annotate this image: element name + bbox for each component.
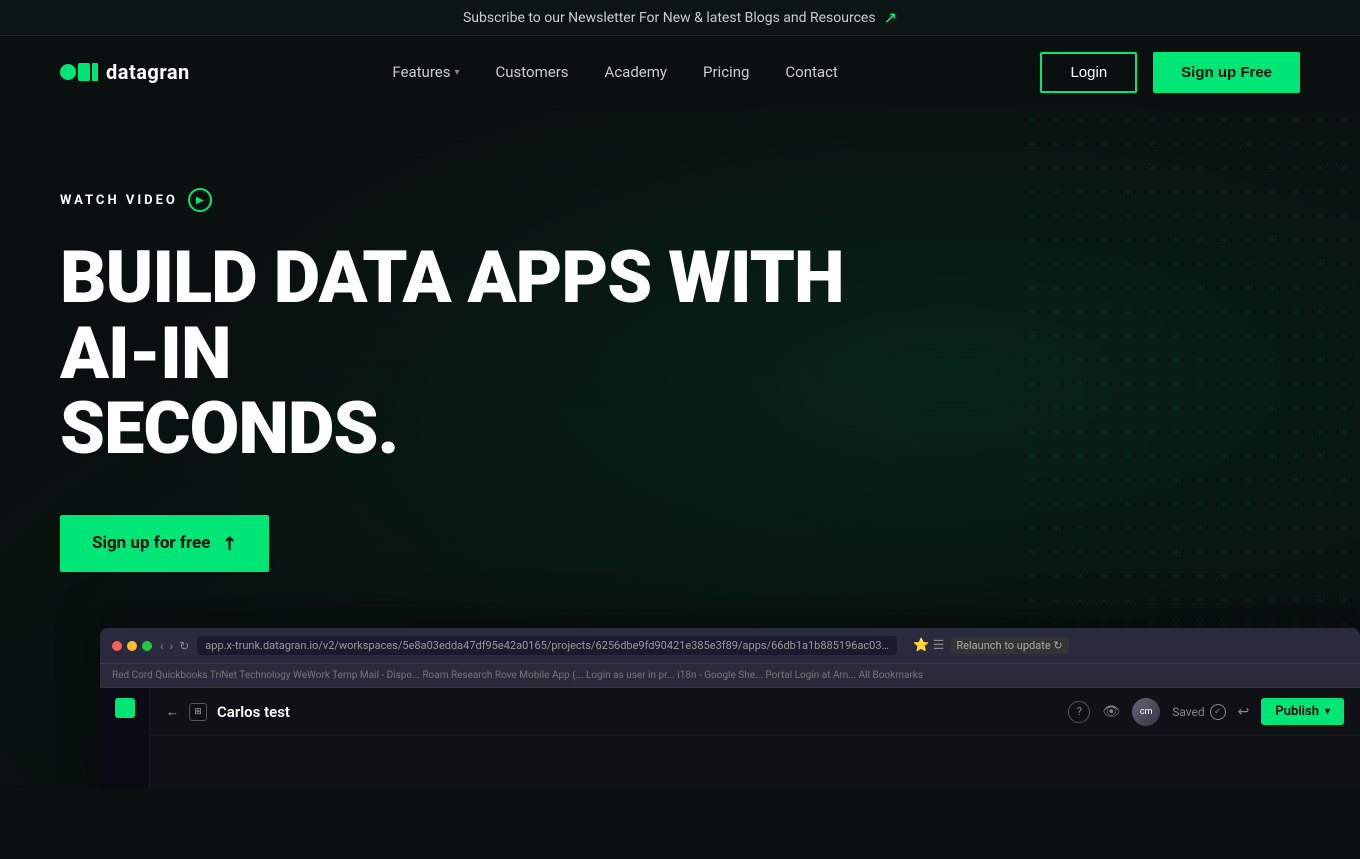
hero-section: WATCH VIDEO ▶ BUILD DATA APPS WITH AI-IN… <box>0 108 1360 788</box>
sidebar-logo <box>115 698 135 718</box>
bookmarks-bar: Red Cord Quickbooks TriNet Technology We… <box>100 664 1360 688</box>
browser-chrome: ‹ › ↻ app.x-trunk.datagran.io/v2/workspa… <box>100 628 1360 664</box>
app-toolbar: ← ⊞ Carlos test ? 👁 cm Saved ✓ ↩ <box>150 688 1360 736</box>
eye-icon[interactable]: 👁 <box>1102 704 1120 720</box>
publish-label: Publish <box>1275 704 1319 719</box>
cta-arrow-icon: ↗ <box>217 531 243 557</box>
saved-checkmark-icon: ✓ <box>1210 704 1226 720</box>
nav-academy[interactable]: Academy <box>605 63 667 81</box>
logo-icon <box>60 61 98 83</box>
app-sidebar <box>100 688 150 788</box>
close-window-icon <box>112 641 122 651</box>
forward-icon[interactable]: › <box>170 639 174 653</box>
toolbar-left: ← ⊞ Carlos test <box>166 703 290 721</box>
nav-features[interactable]: Features ▾ <box>392 63 459 81</box>
nav-actions: Login Sign up Free <box>1040 52 1300 93</box>
navbar: datagran Features ▾ Customers Academy Pr… <box>0 36 1360 108</box>
login-button[interactable]: Login <box>1040 52 1137 93</box>
banner-arrow-icon: ↗ <box>884 8 897 27</box>
chevron-down-icon: ▾ <box>454 67 459 78</box>
banner-text: Subscribe to our Newsletter For New & la… <box>463 10 876 26</box>
undo-icon[interactable]: ↩ <box>1238 704 1250 720</box>
browser-mockup: ‹ › ↻ app.x-trunk.datagran.io/v2/workspa… <box>100 628 1360 788</box>
bookmarks-text: Red Cord Quickbooks TriNet Technology We… <box>112 670 923 681</box>
nav-pricing[interactable]: Pricing <box>703 63 749 81</box>
back-arrow-icon[interactable]: ← <box>166 704 179 720</box>
app-main: ← ⊞ Carlos test ? 👁 cm Saved ✓ ↩ <box>150 688 1360 788</box>
minimize-window-icon <box>127 641 137 651</box>
logo-text: datagran <box>106 60 190 84</box>
relaunch-button[interactable]: Relaunch to update ↻ <box>950 637 1068 654</box>
cta-label: Sign up for free <box>92 533 210 553</box>
logo[interactable]: datagran <box>60 60 190 84</box>
browser-navigation: ‹ › ↻ <box>160 639 189 653</box>
nav-contact[interactable]: Contact <box>785 63 837 81</box>
nav-links: Features ▾ Customers Academy Pricing Con… <box>392 63 837 81</box>
top-banner: Subscribe to our Newsletter For New & la… <box>0 0 1360 36</box>
browser-window-controls <box>112 641 152 651</box>
signup-button[interactable]: Sign up Free <box>1153 52 1300 93</box>
play-icon[interactable]: ▶ <box>188 188 212 212</box>
back-icon[interactable]: ‹ <box>160 639 164 653</box>
toolbar-right: ? 👁 cm Saved ✓ ↩ Publish ▾ <box>1068 698 1344 726</box>
browser-body: ← ⊞ Carlos test ? 👁 cm Saved ✓ ↩ <box>100 688 1360 788</box>
chevron-down-icon: ▾ <box>1325 706 1330 717</box>
saved-badge: Saved ✓ <box>1172 704 1225 720</box>
saved-label: Saved <box>1172 705 1204 719</box>
publish-button[interactable]: Publish ▾ <box>1261 698 1344 725</box>
hero-cta-button[interactable]: Sign up for free ↗ <box>60 515 269 572</box>
refresh-icon[interactable]: ↻ <box>179 639 189 653</box>
nav-customers[interactable]: Customers <box>496 63 569 81</box>
browser-extensions: ⭐ ☰ <box>913 638 944 653</box>
user-avatar: cm <box>1132 698 1160 726</box>
url-bar[interactable]: app.x-trunk.datagran.io/v2/workspaces/5e… <box>197 636 897 655</box>
maximize-window-icon <box>142 641 152 651</box>
watch-video-label: WATCH VIDEO <box>60 193 178 208</box>
hero-title: BUILD DATA APPS WITH AI-IN SECONDS. <box>60 240 960 467</box>
page-title: Carlos test <box>217 703 290 721</box>
nav-squares-icon: ⊞ <box>189 703 207 721</box>
help-icon[interactable]: ? <box>1068 701 1090 723</box>
